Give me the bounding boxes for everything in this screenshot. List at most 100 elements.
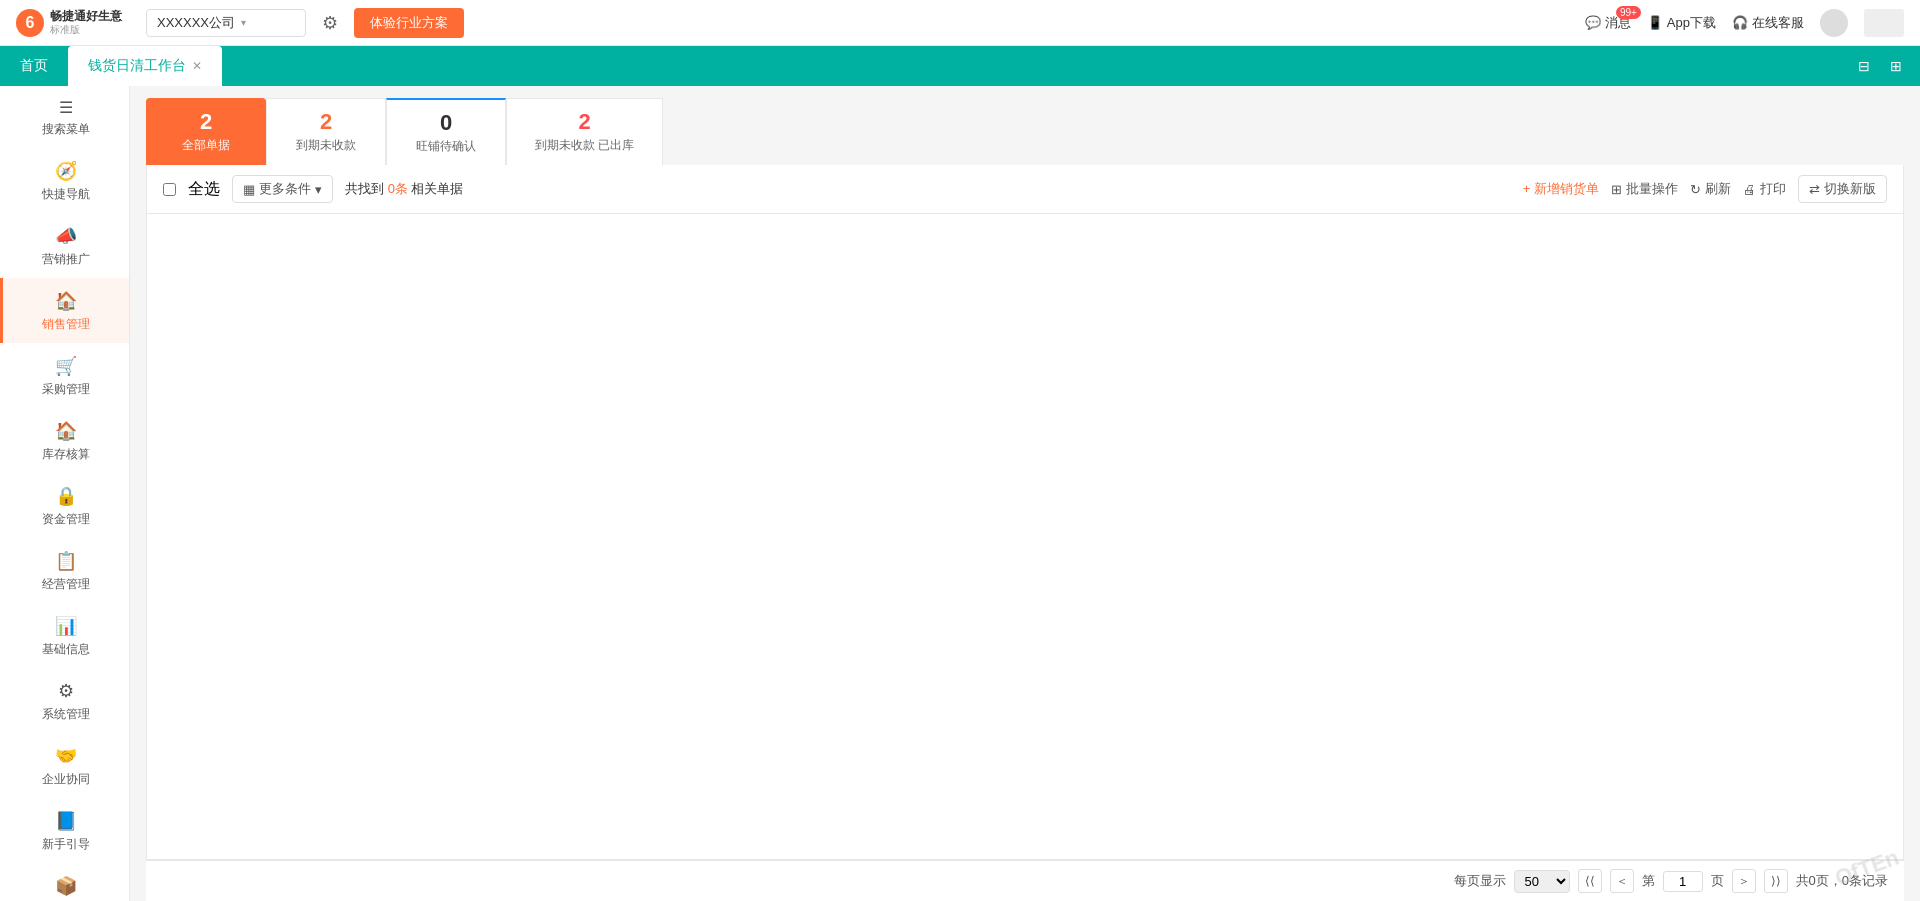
sidebar-label-operations: 经营管理: [42, 576, 90, 593]
nav-maximize-icon[interactable]: ⊞: [1884, 54, 1908, 78]
tab-home[interactable]: 首页: [0, 46, 68, 86]
page-size-select[interactable]: 50 100 200: [1514, 870, 1570, 893]
trial-button[interactable]: 体验行业方案: [354, 8, 464, 38]
sidebar-label-system: 系统管理: [42, 706, 90, 723]
company-name: XXXXXX公司: [157, 14, 235, 32]
cooperation-icon: 🤝: [55, 745, 77, 767]
message-badge: 99+: [1616, 6, 1641, 19]
nav-tabs: 首页 钱货日清工作台 ✕ ⊟ ⊞: [0, 46, 1920, 86]
filter-icon: ▦: [243, 182, 255, 197]
print-button[interactable]: 🖨 打印: [1743, 180, 1786, 198]
online-service-button[interactable]: 🎧 在线客服: [1732, 14, 1804, 32]
sidebar: ☰ 搜索菜单 🧭 快捷导航 📣 营销推广 🏠 销售管理 🛒 采购管理 🏠 库存核…: [0, 86, 130, 901]
online-service-label: 在线客服: [1752, 14, 1804, 32]
tab-work-close-icon[interactable]: ✕: [192, 59, 202, 73]
sidebar-item-finance[interactable]: 🔒 资金管理: [0, 473, 129, 538]
sales-icon: 🏠: [55, 290, 77, 312]
found-num: 0条: [388, 181, 408, 196]
stat-num-all: 2: [175, 109, 237, 135]
top-right: 💬 消息 99+ 📱 App下载 🎧 在线客服: [1585, 9, 1904, 37]
base-icon: 📊: [55, 615, 77, 637]
switch-label: 切换新版: [1824, 180, 1876, 198]
operations-icon: 📋: [55, 550, 77, 572]
refresh-label: 刷新: [1705, 180, 1731, 198]
sidebar-item-sales[interactable]: 🏠 销售管理: [0, 278, 129, 343]
sidebar-label-sales: 销售管理: [42, 316, 90, 333]
sidebar-item-market[interactable]: 📣 营销推广: [0, 213, 129, 278]
finance-icon: 🔒: [55, 485, 77, 507]
refresh-icon: ↻: [1690, 182, 1701, 197]
company-selector[interactable]: XXXXXX公司 ▾: [146, 9, 306, 37]
content-area: 2 全部单据 2 到期未收款 0 旺铺待确认 2 到期未收款 已出库 全选 ▦ …: [130, 86, 1920, 901]
chevron-down-icon: ▾: [241, 17, 246, 28]
sidebar-item-base[interactable]: 📊 基础信息: [0, 603, 129, 668]
page-input[interactable]: [1663, 871, 1703, 892]
page-label: 第: [1642, 872, 1655, 890]
select-all-checkbox[interactable]: [163, 183, 176, 196]
last-page-button[interactable]: ⟩⟩: [1764, 869, 1788, 893]
stat-num-pending: 0: [415, 110, 477, 136]
sidebar-item-purchase[interactable]: 🛒 采购管理: [0, 343, 129, 408]
stat-tab-due[interactable]: 2 到期未收款: [266, 98, 386, 165]
batch-label: 批量操作: [1626, 180, 1678, 198]
sidebar-label-stock: 库存核算: [42, 446, 90, 463]
sidebar-item-apps[interactable]: 📦 应用中心: [0, 863, 129, 901]
sidebar-item-operations[interactable]: 📋 经营管理: [0, 538, 129, 603]
stat-label-all: 全部单据: [175, 137, 237, 154]
message-button[interactable]: 💬 消息 99+: [1585, 14, 1631, 32]
settings-icon[interactable]: ⚙: [314, 7, 346, 39]
stat-label-pending: 旺铺待确认: [415, 138, 477, 155]
prev-page-button[interactable]: ＜: [1610, 869, 1634, 893]
pagination-bar: 每页显示 50 100 200 ⟨⟨ ＜ 第 页 ＞ ⟩⟩ 共0页，0条记录: [146, 860, 1904, 901]
tab-work[interactable]: 钱货日清工作台 ✕: [68, 46, 222, 86]
stat-label-due: 到期未收款: [295, 137, 357, 154]
nav-right-buttons: ⊟ ⊞: [1852, 54, 1920, 78]
sidebar-item-nav[interactable]: 🧭 快捷导航: [0, 148, 129, 213]
stock-icon: 🏠: [55, 420, 77, 442]
batch-button[interactable]: ⊞ 批量操作: [1611, 180, 1678, 198]
search-menu-icon: ☰: [59, 98, 73, 117]
app-download-button[interactable]: 📱 App下载: [1647, 14, 1716, 32]
table-area: [146, 214, 1904, 860]
refresh-button[interactable]: ↻ 刷新: [1690, 180, 1731, 198]
market-icon: 📣: [55, 225, 77, 247]
sidebar-label-guide: 新手引导: [42, 836, 90, 853]
guide-icon: 📘: [55, 810, 77, 832]
stat-tab-pending[interactable]: 0 旺铺待确认: [386, 98, 506, 165]
filter-button[interactable]: ▦ 更多条件 ▾: [232, 175, 333, 203]
switch-icon: ⇄: [1809, 182, 1820, 197]
sidebar-item-stock[interactable]: 🏠 库存核算: [0, 408, 129, 473]
switch-version-button[interactable]: ⇄ 切换新版: [1798, 175, 1887, 203]
first-page-button[interactable]: ⟨⟨: [1578, 869, 1602, 893]
toolbar: 全选 ▦ 更多条件 ▾ 共找到 0条 相关单据 + 新增销货单 ⊞ 批量操作 ↻…: [146, 165, 1904, 214]
sidebar-label-market: 营销推广: [42, 251, 90, 268]
stat-label-due-out: 到期未收款 已出库: [535, 137, 634, 154]
logo-icon: 6: [16, 9, 44, 37]
sidebar-item-cooperation[interactable]: 🤝 企业协同: [0, 733, 129, 798]
add-sale-button[interactable]: + 新增销货单: [1523, 180, 1599, 198]
main-layout: ☰ 搜索菜单 🧭 快捷导航 📣 营销推广 🏠 销售管理 🛒 采购管理 🏠 库存核…: [0, 86, 1920, 901]
sidebar-label-purchase: 采购管理: [42, 381, 90, 398]
stat-tab-all[interactable]: 2 全部单据: [146, 98, 266, 165]
system-icon: ⚙: [58, 680, 74, 702]
phone-icon: 📱: [1647, 15, 1663, 30]
select-all-label: 全选: [188, 179, 220, 200]
user-name[interactable]: [1864, 9, 1904, 37]
app-download-label: App下载: [1667, 14, 1716, 32]
sidebar-item-guide[interactable]: 📘 新手引导: [0, 798, 129, 863]
nav-minimize-icon[interactable]: ⊟: [1852, 54, 1876, 78]
page-suffix: 页: [1711, 872, 1724, 890]
sidebar-item-system[interactable]: ⚙ 系统管理: [0, 668, 129, 733]
next-page-button[interactable]: ＞: [1732, 869, 1756, 893]
logo-main: 畅捷通好生意: [50, 9, 122, 23]
avatar[interactable]: [1820, 9, 1848, 37]
stat-tab-due-out[interactable]: 2 到期未收款 已出库: [506, 98, 663, 165]
nav-icon: 🧭: [55, 160, 77, 182]
sidebar-label-base: 基础信息: [42, 641, 90, 658]
sidebar-label-search: 搜索菜单: [42, 121, 90, 138]
logo-sub: 标准版: [50, 24, 122, 36]
total-info: 共0页，0条记录: [1796, 872, 1888, 890]
purchase-icon: 🛒: [55, 355, 77, 377]
service-icon: 🎧: [1732, 15, 1748, 30]
sidebar-item-search[interactable]: ☰ 搜索菜单: [0, 86, 129, 148]
